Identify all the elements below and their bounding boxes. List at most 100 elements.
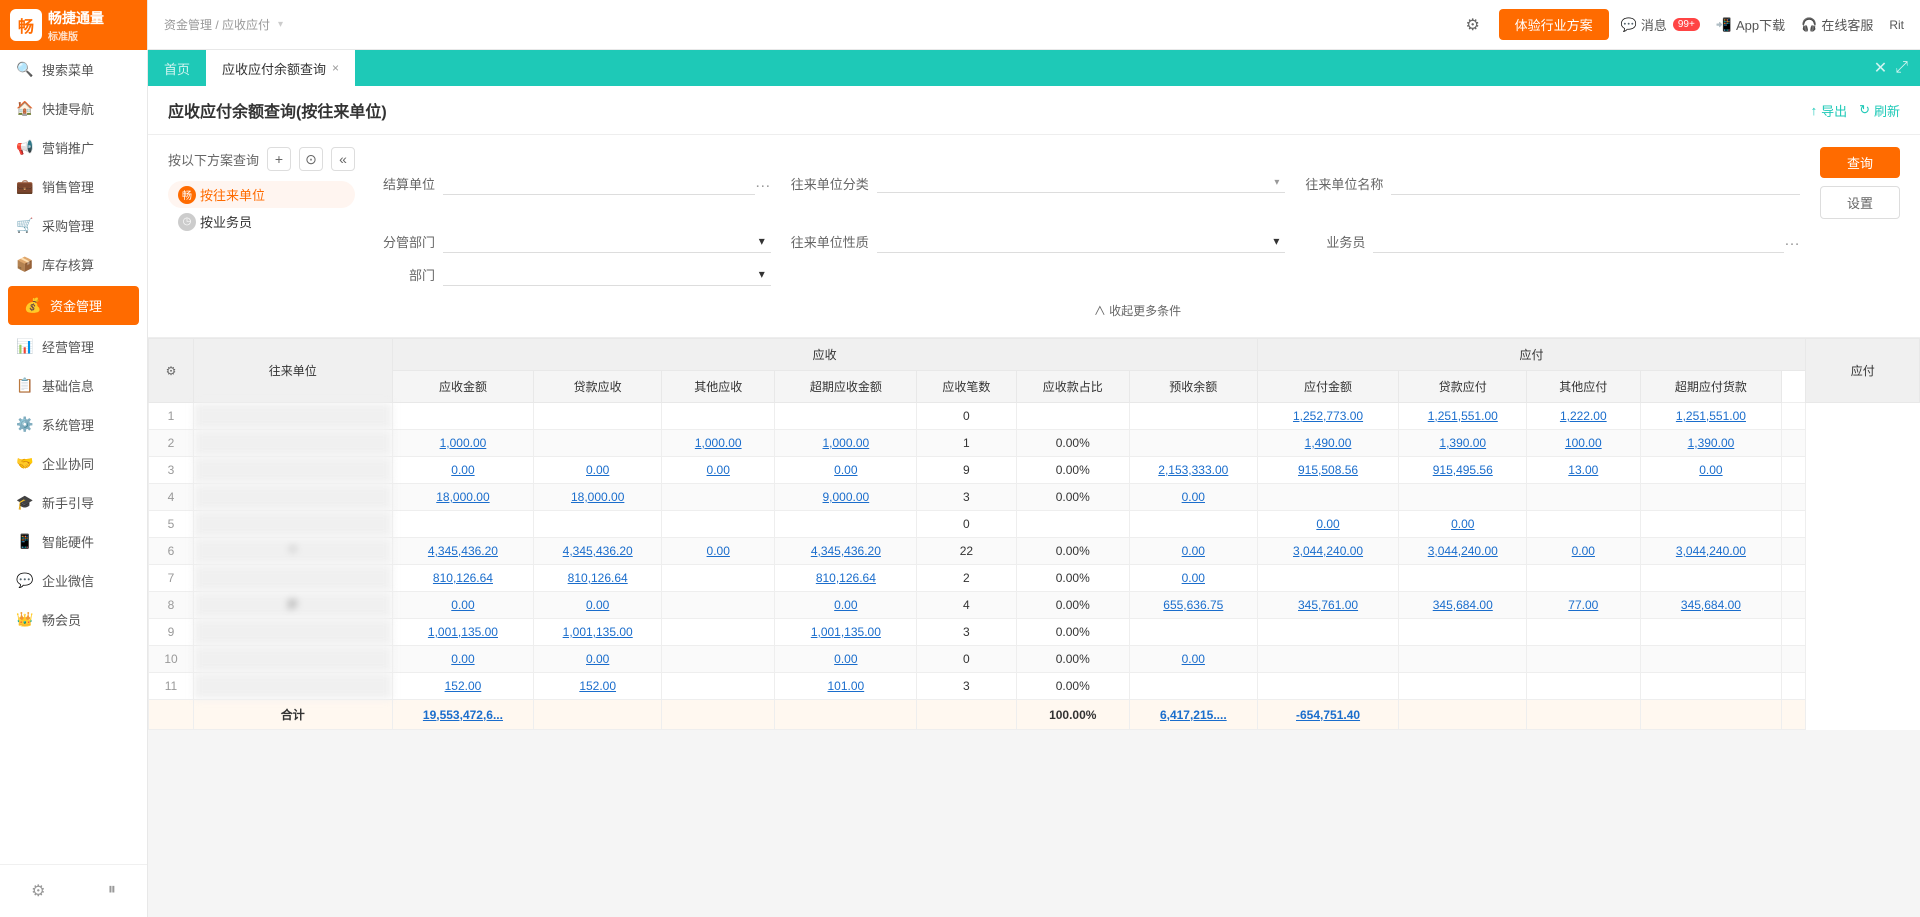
breadcrumb: 资金管理 / 应收应付 ▾ xyxy=(164,16,1447,33)
sidebar-item-operations[interactable]: 📊 经营管理 xyxy=(0,327,147,366)
page-header-actions: ↑ 导出 ↻ 刷新 xyxy=(1811,101,1900,120)
filter-row-1: 结算单位 … 往来单位分类 ▾ 往来单位名称 xyxy=(375,147,1900,219)
scheme-collapse-btn[interactable]: « xyxy=(331,147,355,171)
unit-cell xyxy=(194,484,393,511)
filter-field-unit-nature: 往来单位性质 ▾ xyxy=(791,229,1286,253)
sidebar-settings-btn[interactable]: ⚙ xyxy=(23,873,53,909)
unit-cell xyxy=(194,511,393,538)
sidebar-item-member[interactable]: 👑 畅会员 xyxy=(0,600,147,639)
unit-category-select[interactable]: ▾ xyxy=(877,173,1286,193)
col-payable-suffix-header: 应付 xyxy=(1806,339,1920,403)
table-row: 21,000.001,000.001,000.0010.00%1,490.001… xyxy=(149,430,1920,457)
unit-cell xyxy=(194,565,393,592)
settle-unit-dots[interactable]: … xyxy=(755,174,771,192)
unit-name-input[interactable] xyxy=(1391,171,1800,195)
col-settings-icon[interactable]: ⚙ xyxy=(157,357,185,385)
salesperson-dots[interactable]: … xyxy=(1784,232,1800,250)
marketing-icon: 📢 xyxy=(16,139,34,157)
sidebar-collapse-btn[interactable]: ⏸ xyxy=(100,873,124,909)
refresh-icon: ↻ xyxy=(1859,102,1870,118)
dept-select[interactable]: ▾ xyxy=(443,263,771,286)
scheme-settings-btn[interactable]: ⊙ xyxy=(299,147,323,171)
sidebar-label: 库存核算 xyxy=(42,255,94,274)
online-service-action[interactable]: 🎧 在线客服 xyxy=(1801,15,1873,34)
message-label: 消息 xyxy=(1641,15,1667,34)
sidebar-item-hardware[interactable]: 📱 智能硬件 xyxy=(0,522,147,561)
filter-fields-panel: 结算单位 … 往来单位分类 ▾ 往来单位名称 xyxy=(375,147,1900,325)
filter-option-by-sales[interactable]: ◷ 按业务员 xyxy=(168,208,355,235)
sidebar-item-inventory[interactable]: 📦 库存核算 xyxy=(0,245,147,284)
filter-option-by-unit[interactable]: 畅 按往来单位 xyxy=(168,181,355,208)
unit-nature-select[interactable]: ▾ xyxy=(877,230,1286,253)
total-label: 合计 xyxy=(194,700,393,730)
filter-settings-button[interactable]: 设置 xyxy=(1820,186,1900,219)
sidebar-item-basic[interactable]: 📋 基础信息 xyxy=(0,366,147,405)
finance-icon: 💰 xyxy=(24,297,42,315)
header-gear-btn[interactable]: ⚙ xyxy=(1459,11,1487,39)
sidebar-item-wechat[interactable]: 💬 企业微信 xyxy=(0,561,147,600)
user-menu[interactable]: Rit xyxy=(1889,18,1904,32)
sidebar-item-search[interactable]: 🔍 搜索菜单 xyxy=(0,50,147,89)
filter-row-3: 部门 ▾ xyxy=(375,263,1900,286)
sidebar-item-corp[interactable]: 🤝 企业协同 xyxy=(0,444,147,483)
table-row: 91,001,135.001,001,135.001,001,135.0030.… xyxy=(149,619,1920,646)
field-label6: 业务员 xyxy=(1305,232,1365,251)
add-scheme-btn[interactable]: + xyxy=(267,147,291,171)
sidebar-label: 企业微信 xyxy=(42,571,94,590)
filter-option-label2: 按业务员 xyxy=(200,212,252,231)
export-button[interactable]: ↑ 导出 xyxy=(1811,101,1848,120)
col-settings-header[interactable]: ⚙ xyxy=(149,339,194,403)
total-rec-amount[interactable]: 19,553,472,6... xyxy=(392,700,534,730)
col-unit-header: 往来单位 xyxy=(194,339,393,403)
total-prepaid[interactable]: 6,417,215.... xyxy=(1129,700,1257,730)
table-row: 101,252,773.001,251,551.001,222.001,251,… xyxy=(149,403,1920,430)
total-row: 合计 19,553,472,6... 100.00% 6,417,215....… xyxy=(149,700,1920,730)
sidebar-label: 资金管理 xyxy=(50,296,102,315)
settle-unit-input[interactable] xyxy=(443,171,755,195)
field-label: 结算单位 xyxy=(375,174,435,193)
sidebar-item-sales[interactable]: 💼 销售管理 xyxy=(0,167,147,206)
expand-icon[interactable]: ⤢ xyxy=(1895,59,1908,77)
sidebar-item-quicknav[interactable]: 🏠 快捷导航 xyxy=(0,89,147,128)
logo-sub: 标准版 xyxy=(48,28,104,43)
filter-option-label: 按往来单位 xyxy=(200,185,265,204)
filter-option-icon: 畅 xyxy=(178,186,196,204)
refresh-label: 刷新 xyxy=(1874,101,1900,120)
refresh-button[interactable]: ↻ 刷新 xyxy=(1859,101,1900,120)
scheme-label: 按以下方案查询 xyxy=(168,150,259,169)
data-table: ⚙ 往来单位 应收 应付 应付 应收金额 贷款应收 其他应收 超期应收金额 应收… xyxy=(148,338,1920,730)
sidebar-item-guide[interactable]: 🎓 新手引导 xyxy=(0,483,147,522)
filter-field-salesperson: 业务员 … xyxy=(1305,229,1800,253)
row-number: 11 xyxy=(149,673,194,700)
filter-collapse-btn[interactable]: ∧ 收起更多条件 xyxy=(375,296,1900,325)
filter-field-manage-dept: 分管部门 ▾ xyxy=(375,229,771,253)
app-download-action[interactable]: 📲 App下载 xyxy=(1716,15,1785,34)
sales-icon: 💼 xyxy=(16,178,34,196)
message-action[interactable]: 💬 消息 99+ xyxy=(1621,15,1700,34)
sidebar-logo: 畅 畅捷通量 标准版 xyxy=(0,0,147,50)
close-window-icon[interactable]: ✕ xyxy=(1874,58,1887,78)
col-payable-group-header: 应付 xyxy=(1257,339,1806,371)
tab-query[interactable]: 应收应付余额查询 × xyxy=(206,50,355,86)
manage-dept-select[interactable]: ▾ xyxy=(443,230,771,253)
col-pay-amount-header: 应付金额 xyxy=(1257,371,1399,403)
sidebar-item-system[interactable]: ⚙️ 系统管理 xyxy=(0,405,147,444)
query-button[interactable]: 查询 xyxy=(1820,147,1900,178)
sidebar-item-finance[interactable]: 💰 资金管理 xyxy=(8,286,139,325)
service-icon: 🎧 xyxy=(1801,17,1817,33)
salesperson-input[interactable] xyxy=(1373,229,1784,253)
tab-close-icon[interactable]: × xyxy=(332,61,339,75)
sidebar-item-marketing[interactable]: 📢 营销推广 xyxy=(0,128,147,167)
collapse-label: 收起更多条件 xyxy=(1109,304,1181,318)
total-pay-amount[interactable]: -654,751.40 xyxy=(1257,700,1399,730)
unit-cell xyxy=(194,673,393,700)
row-number: 5 xyxy=(149,511,194,538)
tab-home[interactable]: 首页 xyxy=(148,50,206,86)
total-rec-ratio: 100.00% xyxy=(1016,700,1129,730)
header-actions: 💬 消息 99+ 📲 App下载 🎧 在线客服 Rit xyxy=(1621,15,1904,34)
row-number: 9 xyxy=(149,619,194,646)
sidebar-item-purchase[interactable]: 🛒 采购管理 xyxy=(0,206,147,245)
sidebar-label: 销售管理 xyxy=(42,177,94,196)
unit-cell xyxy=(194,646,393,673)
promo-button[interactable]: 体验行业方案 xyxy=(1499,9,1609,40)
